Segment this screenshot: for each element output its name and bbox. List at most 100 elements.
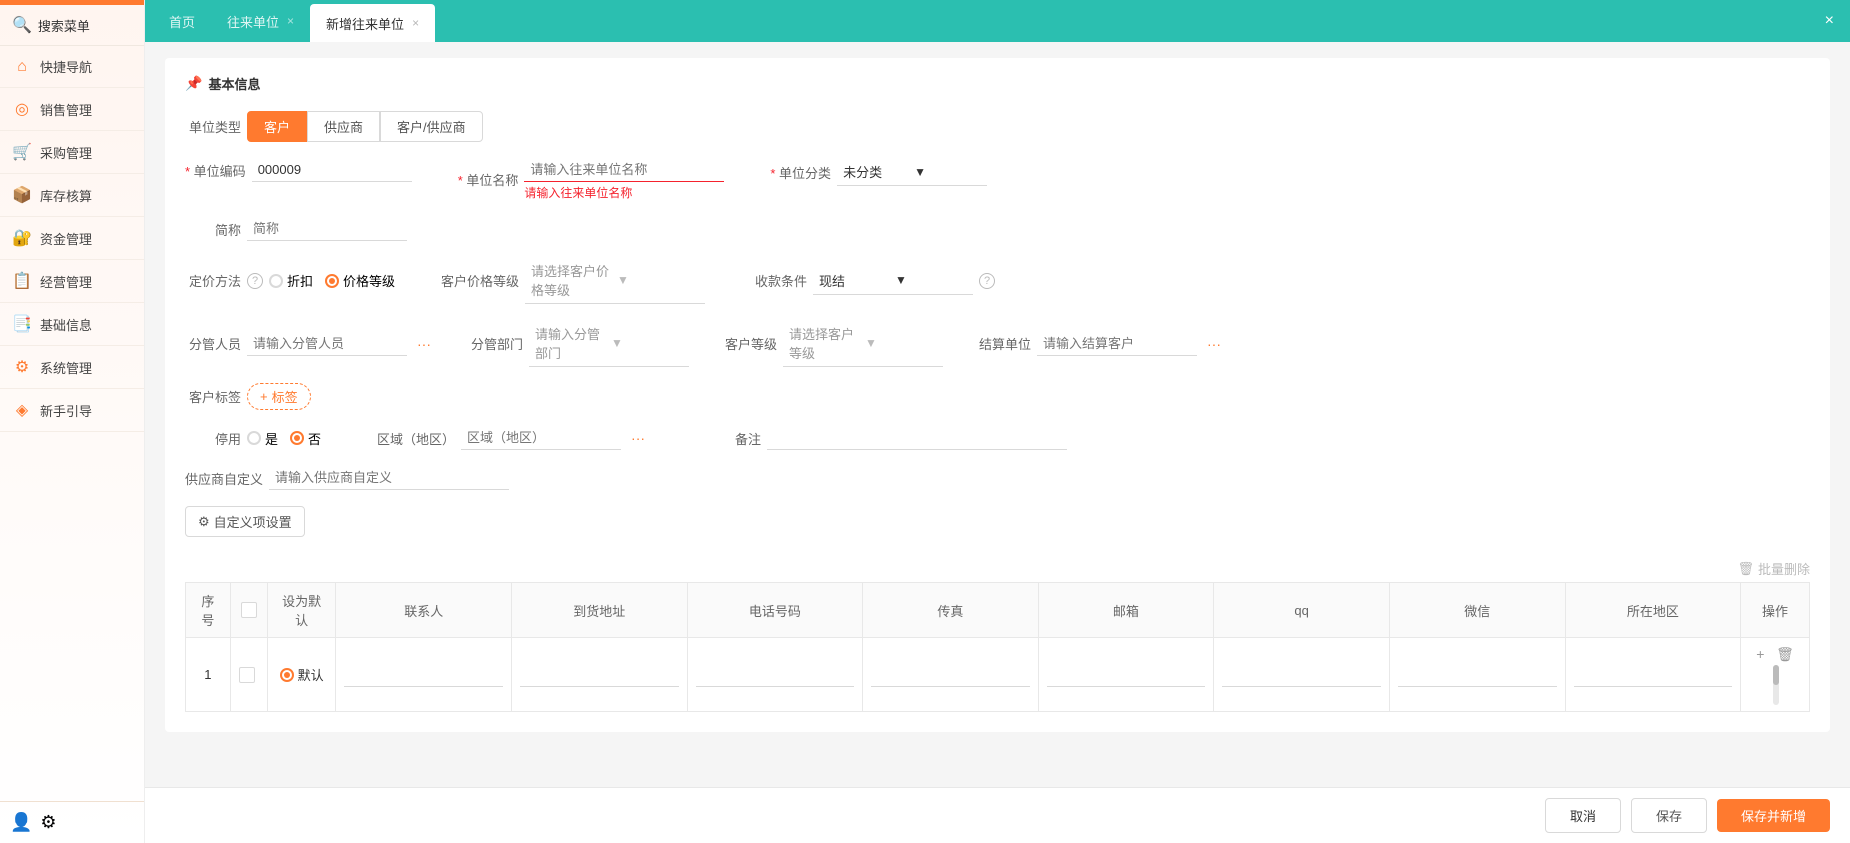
- type-btn-supplier[interactable]: 供应商: [307, 111, 380, 142]
- unit-code-input[interactable]: [252, 158, 412, 182]
- disabled-yes-option[interactable]: 是: [247, 429, 278, 448]
- row-email-input[interactable]: [1047, 663, 1206, 687]
- custom-settings-button[interactable]: ⚙ 自定义项设置: [185, 506, 305, 537]
- type-btn-both[interactable]: 客户/供应商: [380, 111, 483, 142]
- sidebar-item-label: 基础信息: [40, 315, 92, 334]
- type-btn-customer[interactable]: 客户: [247, 111, 307, 142]
- payment-terms-select[interactable]: 现结 ▼: [813, 267, 973, 295]
- pricing-help-icon[interactable]: ?: [247, 273, 263, 289]
- sidebar-item-base-info[interactable]: 📑 基础信息: [0, 303, 144, 346]
- tab-new-partner-label: 新增往来单位: [326, 14, 404, 33]
- region-input[interactable]: [461, 426, 621, 450]
- customer-price-level-group: 客户价格等级 请选择客户价格等级 ▼: [441, 257, 705, 304]
- row-add-button[interactable]: +: [1752, 644, 1768, 664]
- search-menu-button[interactable]: 🔍 搜索菜单: [0, 5, 144, 46]
- gear-icon: ⚙: [198, 514, 210, 530]
- sidebar-item-inventory[interactable]: 📦 库存核算: [0, 174, 144, 217]
- manager-input[interactable]: [247, 332, 407, 356]
- pricing-radio-group: 折扣 价格等级: [269, 271, 395, 290]
- close-all-tabs-button[interactable]: ×: [1817, 8, 1842, 34]
- tab-new-partner[interactable]: 新增往来单位 ×: [310, 4, 435, 42]
- row-default-radio[interactable]: 默认: [276, 665, 328, 684]
- region-more-button[interactable]: ···: [627, 430, 649, 446]
- short-name-label: 简称: [185, 220, 241, 239]
- pricing-level-radio[interactable]: [325, 274, 339, 288]
- row-checkbox[interactable]: [239, 667, 255, 683]
- row-delivery-cell: [512, 638, 688, 712]
- pricing-level-label: 价格等级: [343, 271, 395, 290]
- supplier-custom-input[interactable]: [269, 466, 509, 490]
- col-checkbox: [230, 583, 267, 638]
- row-checkbox-cell: [230, 638, 267, 712]
- customer-level-select[interactable]: 请选择客户等级 ▼: [783, 320, 943, 367]
- sidebar-item-newbie[interactable]: ◈ 新手引导: [0, 389, 144, 432]
- home-icon: ⌂: [12, 58, 32, 76]
- customer-price-level-placeholder: 请选择客户价格等级: [531, 261, 613, 299]
- disabled-radio-group: 是 否: [247, 429, 321, 448]
- tab-partner[interactable]: 往来单位 ×: [211, 0, 310, 42]
- unit-category-group: 单位分类 未分类 ▼: [770, 158, 987, 186]
- short-name-input[interactable]: [247, 217, 407, 241]
- contacts-table: 序号 设为默认 联系人 到货地址 电话号码 传真 邮箱 qq 微信 所在地区: [185, 582, 1810, 712]
- system-icon: ⚙: [12, 357, 32, 377]
- disabled-yes-label: 是: [265, 429, 278, 448]
- cancel-button[interactable]: 取消: [1545, 798, 1621, 833]
- unit-category-select[interactable]: 未分类 ▼: [837, 158, 987, 186]
- tab-home-label: 首页: [169, 12, 195, 31]
- unit-name-input[interactable]: [524, 158, 724, 182]
- pricing-discount-option[interactable]: 折扣: [269, 271, 313, 290]
- default-radio-dot[interactable]: [280, 668, 294, 682]
- sidebar-item-quick-nav[interactable]: ⌂ 快捷导航: [0, 46, 144, 88]
- sidebar-item-purchase[interactable]: 🛒 采购管理: [0, 131, 144, 174]
- save-button[interactable]: 保存: [1631, 798, 1707, 833]
- pricing-method-group: 定价方法 ? 折扣 价格等级: [185, 271, 395, 290]
- sidebar-item-system[interactable]: ⚙ 系统管理: [0, 346, 144, 389]
- pricing-method-label: 定价方法: [185, 271, 241, 290]
- tags-group: 客户标签 + 标签: [185, 383, 311, 410]
- row-contact-input[interactable]: [344, 663, 503, 687]
- row-wechat-input[interactable]: [1398, 663, 1557, 687]
- payment-terms-help-icon[interactable]: ?: [979, 273, 995, 289]
- customer-level-label: 客户等级: [721, 334, 777, 353]
- sidebar-item-sales[interactable]: ◎ 销售管理: [0, 88, 144, 131]
- department-select[interactable]: 请输入分管部门 ▼: [529, 320, 689, 367]
- settlement-unit-input[interactable]: [1037, 332, 1197, 356]
- row-contact-cell: [336, 638, 512, 712]
- pricing-level-option[interactable]: 价格等级: [325, 271, 395, 290]
- sidebar-item-operations[interactable]: 📋 经营管理: [0, 260, 144, 303]
- tab-partner-close[interactable]: ×: [287, 14, 294, 28]
- save-and-new-button[interactable]: 保存并新增: [1717, 799, 1830, 832]
- row-region-input[interactable]: [1574, 663, 1733, 687]
- customer-price-level-select[interactable]: 请选择客户价格等级 ▼: [525, 257, 705, 304]
- inventory-icon: 📦: [12, 185, 32, 205]
- disabled-label: 停用: [185, 429, 241, 448]
- payment-terms-arrow-icon: ▼: [895, 273, 967, 287]
- notes-input[interactable]: [767, 426, 1067, 450]
- row-fax-input[interactable]: [871, 663, 1030, 687]
- disabled-yes-radio[interactable]: [247, 431, 261, 445]
- col-action: 操作: [1741, 583, 1810, 638]
- pricing-discount-radio[interactable]: [269, 274, 283, 288]
- settlement-unit-more-button[interactable]: ···: [1203, 336, 1225, 352]
- row-qq-input[interactable]: [1222, 663, 1381, 687]
- unit-type-label: 单位类型: [185, 117, 241, 136]
- row-phone-input[interactable]: [696, 663, 855, 687]
- manager-label: 分管人员: [185, 334, 241, 353]
- department-arrow-icon: ▼: [611, 336, 683, 350]
- customer-price-level-label: 客户价格等级: [441, 271, 519, 290]
- sidebar-item-finance[interactable]: 🔐 资金管理: [0, 217, 144, 260]
- customer-level-arrow-icon: ▼: [865, 336, 937, 350]
- manager-more-button[interactable]: ···: [413, 336, 435, 352]
- finance-icon: 🔐: [12, 228, 32, 248]
- row-delete-button[interactable]: 🗑: [1772, 644, 1798, 665]
- col-default: 设为默认: [267, 583, 336, 638]
- tab-new-partner-close[interactable]: ×: [412, 16, 419, 30]
- select-all-checkbox[interactable]: [241, 602, 257, 618]
- batch-delete-label[interactable]: 批量删除: [1758, 559, 1810, 578]
- tab-home[interactable]: 首页: [153, 0, 211, 42]
- add-tag-button[interactable]: + 标签: [247, 383, 311, 410]
- disabled-no-option[interactable]: 否: [290, 429, 321, 448]
- row-delivery-input[interactable]: [520, 663, 679, 687]
- disabled-no-radio[interactable]: [290, 431, 304, 445]
- main-area: 首页 往来单位 × 新增往来单位 × × 📌 基本信息 单位类型 客户: [145, 0, 1850, 843]
